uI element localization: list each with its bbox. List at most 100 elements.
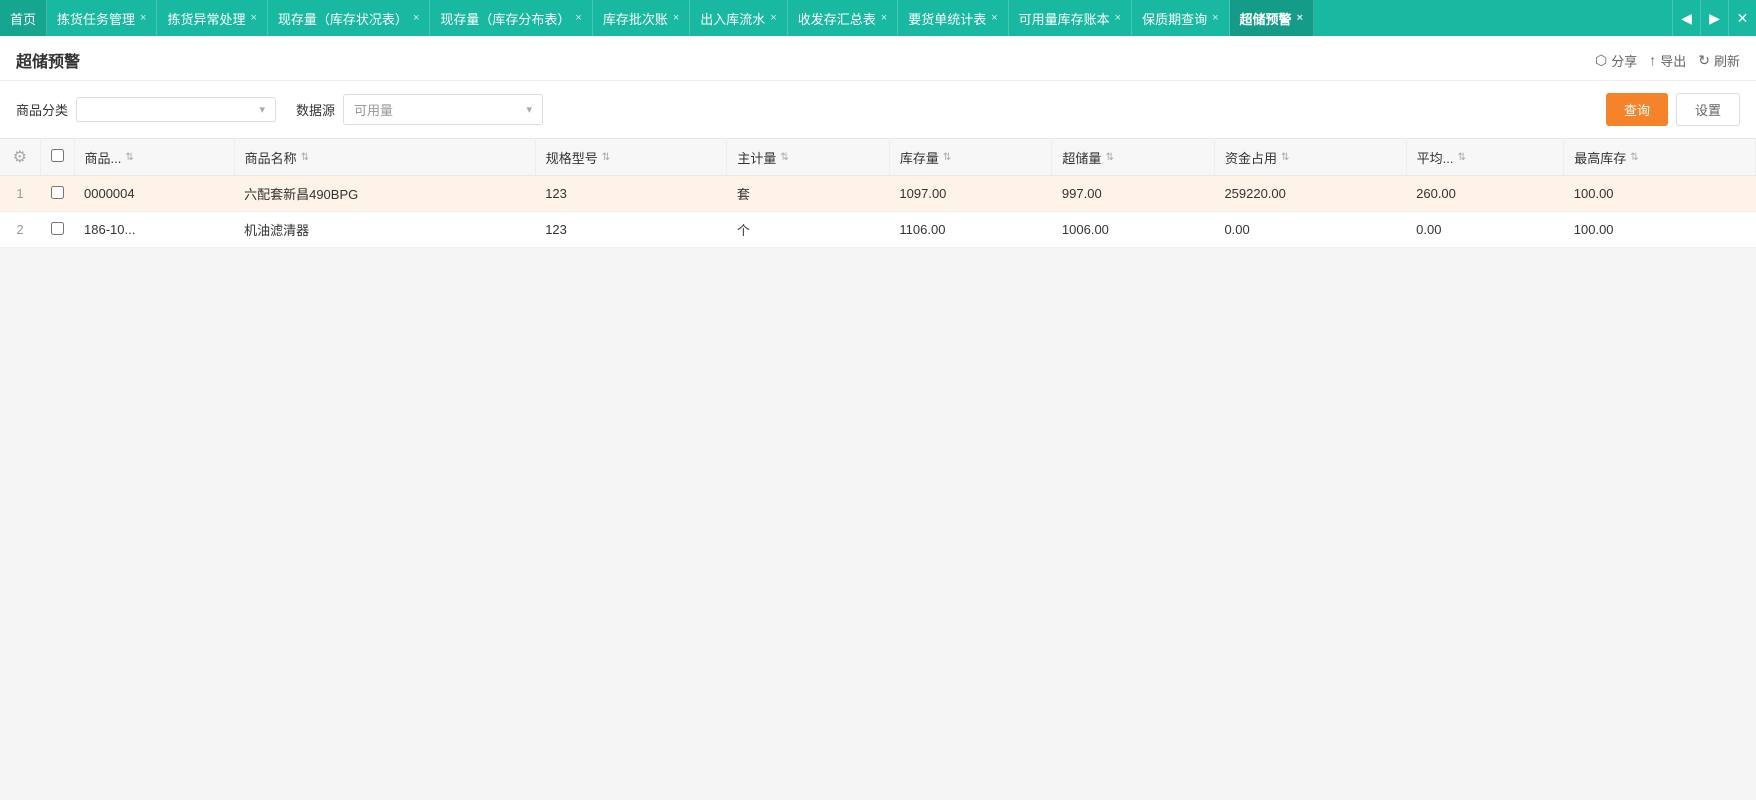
category-select[interactable]: ▾ <box>76 97 276 122</box>
nav-item-order-stat[interactable]: 要货单统计表 × <box>898 0 1008 36</box>
nav-close-icon[interactable]: × <box>575 12 581 24</box>
average: 0.00 <box>1406 212 1564 248</box>
th-overflow[interactable]: 超储量 ⇅ <box>1052 139 1215 176</box>
refresh-label: 刷新 <box>1714 51 1740 70</box>
category-filter: 商品分类 ▾ <box>16 97 276 122</box>
capital: 259220.00 <box>1214 176 1406 212</box>
nav-item-inventory-status[interactable]: 现存量（库存状况表） × <box>268 0 430 36</box>
th-settings: ⚙ <box>0 139 40 176</box>
nav-close-icon[interactable]: × <box>413 12 419 24</box>
export-icon: ↑ <box>1649 52 1656 68</box>
nav-arrows: ◀ ▶ ✕ <box>1672 0 1756 36</box>
sort-icon: ⇅ <box>1105 152 1113 163</box>
nav-item-label: 库存批次账 <box>603 9 668 28</box>
th-label: 库存量 <box>900 148 939 167</box>
sort-icon: ⇅ <box>1281 152 1289 163</box>
nav-prev-button[interactable]: ◀ <box>1672 0 1700 36</box>
nav-item-home[interactable]: 首页 <box>0 0 47 36</box>
refresh-button[interactable]: ↻ 刷新 <box>1698 51 1740 70</box>
data-table: ⚙ 商品... ⇅ 商品名称 ⇅ <box>0 138 1756 248</box>
nav-item-label: 可用量库存账本 <box>1019 9 1110 28</box>
th-spec[interactable]: 规格型号 ⇅ <box>535 139 727 176</box>
product-name: 机油滤清器 <box>234 212 535 248</box>
nav-item-task[interactable]: 拣货任务管理 × <box>47 0 157 36</box>
nav-item-summary[interactable]: 收发存汇总表 × <box>788 0 898 36</box>
nav-item-label: 拣货异常处理 <box>167 9 245 28</box>
max-stock: 100.00 <box>1564 176 1756 212</box>
nav-close-icon[interactable]: × <box>770 12 776 24</box>
max-stock: 100.00 <box>1564 212 1756 248</box>
share-icon: ⬡ <box>1595 52 1607 69</box>
row-checkbox[interactable] <box>51 222 64 235</box>
nav-item-label: 收发存汇总表 <box>798 9 876 28</box>
nav-close-icon[interactable]: × <box>673 12 679 24</box>
share-label: 分享 <box>1611 51 1637 70</box>
th-label: 资金占用 <box>1225 148 1277 167</box>
gear-icon[interactable]: ⚙ <box>13 149 27 166</box>
th-capital[interactable]: 资金占用 ⇅ <box>1214 139 1406 176</box>
sort-icon: ⇅ <box>301 152 309 163</box>
query-button[interactable]: 查询 <box>1606 93 1668 126</box>
row-checkbox[interactable] <box>51 186 64 199</box>
inventory: 1106.00 <box>889 212 1052 248</box>
page-container: 超储预警 ⬡ 分享 ↑ 导出 ↻ 刷新 商品分类 ▾ 数据源 <box>0 36 1756 248</box>
nav-item-inventory-dist[interactable]: 现存量（库存分布表） × <box>430 0 592 36</box>
nav-item-label: 保质期查询 <box>1142 9 1207 28</box>
nav-item-exception[interactable]: 拣货异常处理 × <box>157 0 267 36</box>
sort-icon: ⇅ <box>602 152 610 163</box>
th-inventory[interactable]: 库存量 ⇅ <box>889 139 1052 176</box>
sort-icon: ⇅ <box>1457 152 1465 163</box>
spec: 123 <box>535 212 727 248</box>
datasource-label: 数据源 <box>296 100 335 119</box>
nav-close-icon[interactable]: × <box>991 12 997 24</box>
page-title: 超储预警 <box>16 48 80 72</box>
th-unit[interactable]: 主计量 ⇅ <box>727 139 890 176</box>
th-label: 超储量 <box>1062 148 1101 167</box>
product-code: 186-10... <box>74 212 234 248</box>
nav-close-icon[interactable]: × <box>1115 12 1121 24</box>
table-header-row: ⚙ 商品... ⇅ 商品名称 ⇅ <box>0 139 1756 176</box>
datasource-select-value: 可用量 <box>354 100 393 119</box>
capital: 0.00 <box>1214 212 1406 248</box>
filter-actions: 查询 设置 <box>1606 93 1740 126</box>
th-label: 最高库存 <box>1574 148 1626 167</box>
chevron-down-icon: ▾ <box>527 103 533 116</box>
th-label: 规格型号 <box>546 148 598 167</box>
nav-item-label: 出入库流水 <box>700 9 765 28</box>
settings-button[interactable]: 设置 <box>1676 93 1740 126</box>
nav-close-icon[interactable]: × <box>881 12 887 24</box>
share-button[interactable]: ⬡ 分享 <box>1595 51 1637 70</box>
datasource-select[interactable]: 可用量 ▾ <box>343 94 543 125</box>
nav-next-button[interactable]: ▶ <box>1700 0 1728 36</box>
nav-close-all-button[interactable]: ✕ <box>1728 0 1756 36</box>
overflow: 1006.00 <box>1052 212 1215 248</box>
export-label: 导出 <box>1660 51 1686 70</box>
nav-item-flow[interactable]: 出入库流水 × <box>690 0 787 36</box>
nav-item-batch[interactable]: 库存批次账 × <box>593 0 690 36</box>
select-all-checkbox[interactable] <box>51 149 64 162</box>
th-label: 主计量 <box>737 148 776 167</box>
spec: 123 <box>535 176 727 212</box>
table-row: 1 0000004 六配套新昌490BPG 123 套 1097.00 997.… <box>0 176 1756 212</box>
nav-close-icon[interactable]: × <box>1297 12 1303 24</box>
nav-item-label: 首页 <box>10 9 36 28</box>
nav-close-icon[interactable]: × <box>250 12 256 24</box>
nav-close-icon[interactable]: × <box>140 12 146 24</box>
nav-item-expiry[interactable]: 保质期查询 × <box>1132 0 1229 36</box>
nav-close-icon[interactable]: × <box>1212 12 1218 24</box>
th-label: 平均... <box>1417 148 1454 167</box>
th-max-stock[interactable]: 最高库存 ⇅ <box>1564 139 1756 176</box>
average: 260.00 <box>1406 176 1564 212</box>
th-product-code[interactable]: 商品... ⇅ <box>74 139 234 176</box>
filter-bar: 商品分类 ▾ 数据源 可用量 ▾ 查询 设置 <box>0 81 1756 138</box>
th-product-name[interactable]: 商品名称 ⇅ <box>234 139 535 176</box>
datasource-filter: 数据源 可用量 ▾ <box>296 94 543 125</box>
nav-item-available[interactable]: 可用量库存账本 × <box>1009 0 1132 36</box>
row-number: 1 <box>0 176 40 212</box>
row-checkbox-cell <box>40 212 74 248</box>
th-average[interactable]: 平均... ⇅ <box>1406 139 1564 176</box>
nav-item-overstock[interactable]: 超储预警 × <box>1230 0 1314 36</box>
refresh-icon: ↻ <box>1698 52 1710 69</box>
export-button[interactable]: ↑ 导出 <box>1649 51 1686 70</box>
overflow: 997.00 <box>1052 176 1215 212</box>
